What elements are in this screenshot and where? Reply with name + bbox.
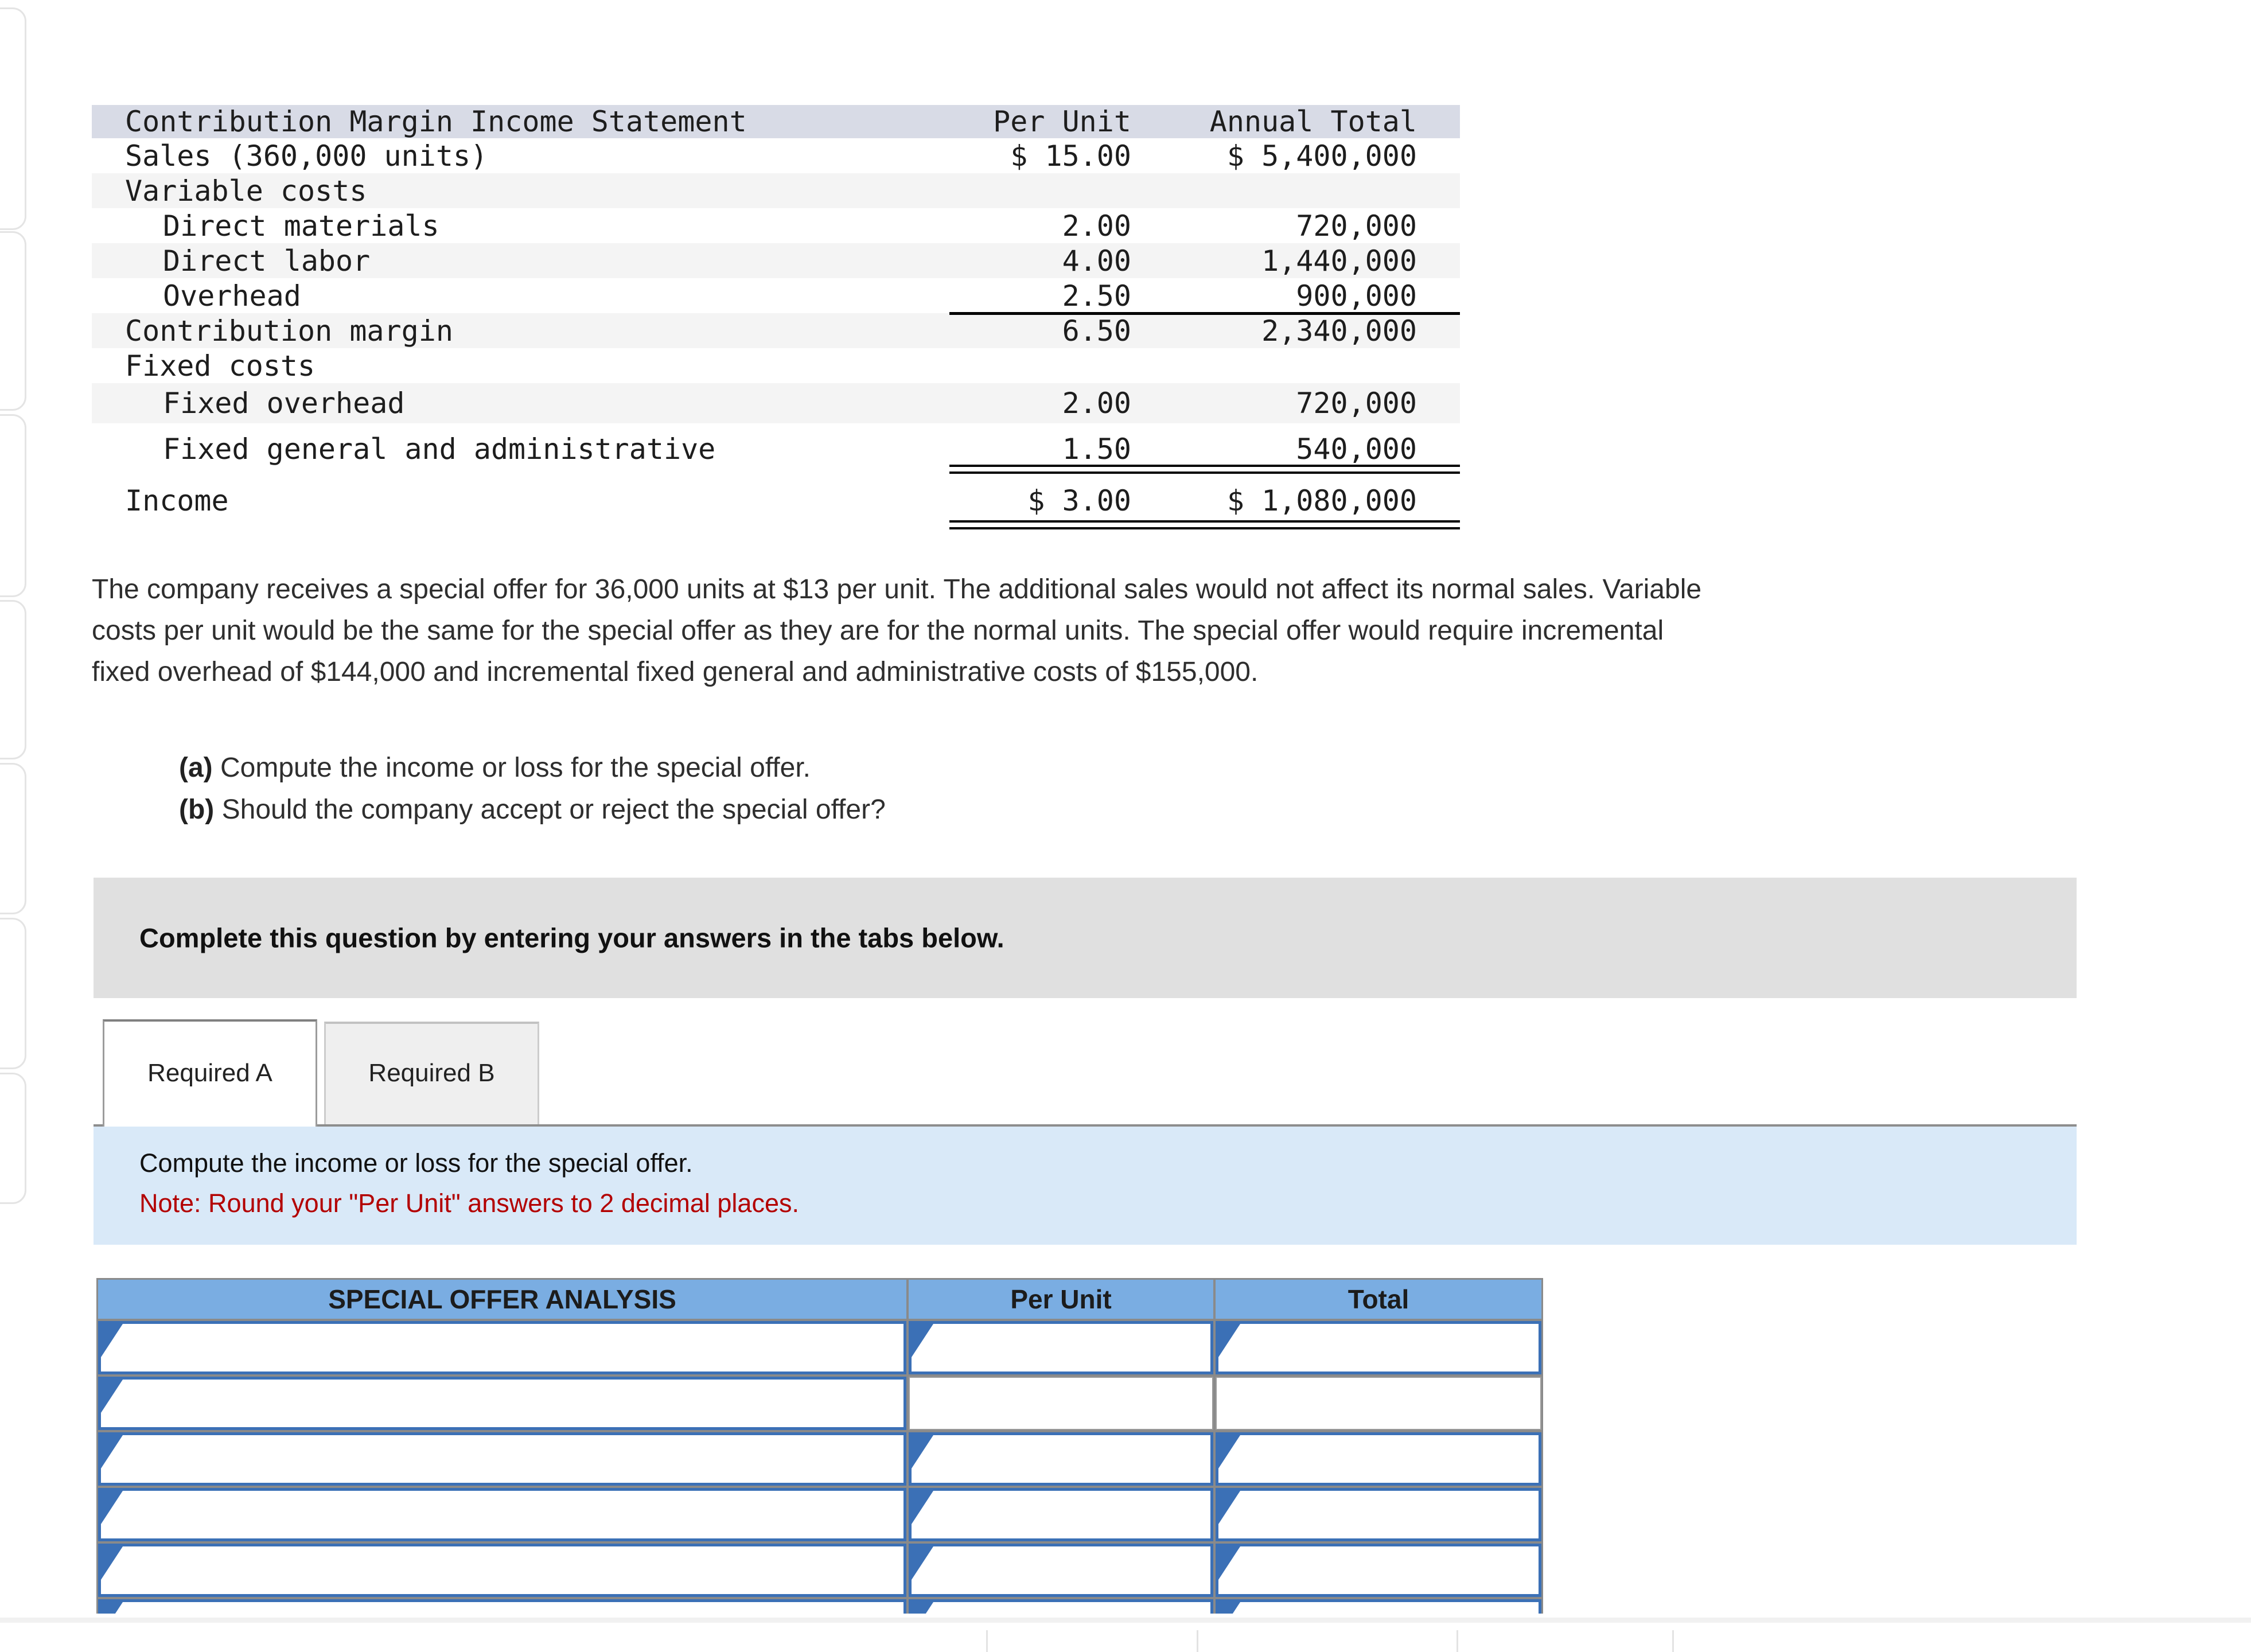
statement-row-income: Income $ 3.00 $ 1,080,000 [125,484,1417,517]
answer-input-cell-r3-total[interactable] [1216,1432,1541,1486]
answer-input-cell-r6-label[interactable] [98,1599,906,1614]
requirement-b: (b) Should the company accept or reject … [179,789,886,831]
answer-static-cell-r2-total [1216,1377,1541,1430]
complete-question-banner: Complete this question by entering your … [94,878,2077,998]
answer-input-cell-r3-perunit[interactable] [909,1432,1213,1486]
statement-row-direct-labor: Direct labor 4.00 1,440,000 [92,243,1460,278]
annual-total-column-header: Annual Total [1209,105,1417,138]
left-edge-card [0,7,26,230]
cutoff-cell-border [1197,1630,1198,1652]
left-edge-card [0,231,26,411]
cutoff-cell-border [1672,1630,1674,1652]
left-edge-card [0,1073,26,1204]
statement-row-fixed-costs: Fixed costs [125,349,316,383]
problem-line: fixed overhead of $144,000 and increment… [92,657,1259,687]
answer-header-per-unit: Per Unit [909,1280,1213,1319]
answer-input-cell-r1-total[interactable] [1216,1321,1541,1374]
statement-row-fixed-overhead: Fixed overhead 2.00 720,000 [92,383,1460,423]
left-edge-card [0,600,26,759]
income-statement-header-row: Contribution Margin Income Statement Per… [92,105,1460,138]
statement-row-contribution-margin: Contribution margin 6.50 2,340,000 [92,313,1460,348]
double-total-rule-top [949,465,1460,467]
banner-message: Complete this question by entering your … [139,922,1004,953]
special-offer-analysis-table: SPECIAL OFFER ANALYSIS Per Unit Total [96,1278,1549,1614]
answer-input-cell-r3-label[interactable] [98,1432,906,1486]
statement-row-sales: Sales (360,000 units) $ 15.00 $ 5,400,00… [125,139,1417,173]
answer-input-cell-r5-total[interactable] [1216,1544,1541,1597]
statement-row-overhead: Overhead 2.50 900,000 [163,279,1417,313]
double-bottom-rule-bottom [949,527,1460,529]
tab-required-a[interactable]: Required A [103,1019,317,1127]
answer-input-cell-r1-perunit[interactable] [909,1321,1213,1374]
answer-grid: SPECIAL OFFER ANALYSIS Per Unit Total [96,1278,1543,1614]
problem-statement: The company receives a special offer for… [92,569,1701,693]
answer-input-cell-r4-label[interactable] [98,1488,906,1541]
homework-question-page: { "income_statement": { "title": "Contri… [0,0,2251,1652]
tab-divider-line [94,1124,2077,1127]
left-edge-card [0,414,26,597]
statement-row-variable-costs: Variable costs [92,173,1460,208]
tab-required-b[interactable]: Required B [324,1022,539,1125]
requirement-b-label: (b) [179,794,215,825]
cutoff-cell-border [986,1630,988,1652]
cutoff-cell-border [1456,1630,1458,1652]
answer-header-analysis: SPECIAL OFFER ANALYSIS [98,1280,906,1319]
answer-input-cell-r4-perunit[interactable] [909,1488,1213,1541]
statement-row-fixed-general-admin: Fixed general and administrative 1.50 54… [163,433,1417,466]
requirements-list: (a) Compute the income or loss for the s… [179,747,886,831]
answer-header-total: Total [1216,1280,1541,1319]
answer-input-cell-r5-label[interactable] [98,1544,906,1597]
answer-static-cell-r2-perunit [909,1377,1213,1430]
left-edge-card [0,918,26,1069]
statement-row-direct-materials: Direct materials 2.00 720,000 [163,209,1417,243]
problem-line: costs per unit would be the same for the… [92,615,1664,646]
answer-input-cell-r6-total[interactable] [1216,1599,1541,1614]
requirement-a-label: (a) [179,753,213,783]
page-section-divider [0,1618,2251,1623]
requirement-a: (a) Compute the income or loss for the s… [179,747,886,789]
answer-input-cell-r4-total[interactable] [1216,1488,1541,1541]
left-edge-card [0,763,26,914]
income-statement-table: Contribution Margin Income Statement Per… [92,105,1460,529]
double-bottom-rule-top [949,520,1460,523]
answer-input-cell-r5-perunit[interactable] [909,1544,1213,1597]
requirement-a-text: Compute the income or loss for the speci… [212,753,811,783]
single-total-rule [949,312,1460,315]
panel-rounding-note: Note: Round your "Per Unit" answers to 2… [139,1189,799,1218]
double-total-rule-bottom [949,472,1460,474]
problem-line: The company receives a special offer for… [92,574,1702,605]
answer-input-cell-r1-label[interactable] [98,1321,906,1374]
panel-instruction: Compute the income or loss for the speci… [139,1148,693,1178]
requirement-b-text: Should the company accept or reject the … [214,794,886,825]
answer-input-cell-r6-perunit[interactable] [909,1599,1213,1614]
tab-instruction-panel: Compute the income or loss for the speci… [94,1127,2077,1245]
answer-input-cell-r2-label[interactable] [98,1377,906,1430]
